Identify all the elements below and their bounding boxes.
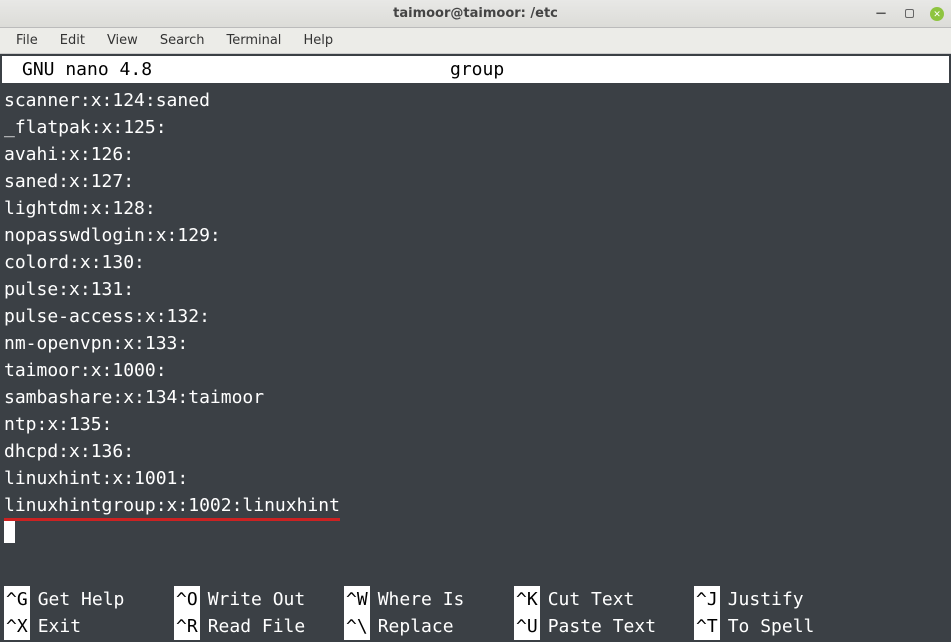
nano-shortcuts: ^GGet Help ^OWrite Out ^WWhere Is ^KCut … (0, 586, 951, 642)
file-line: linuxhint:x:1001: (4, 465, 947, 492)
file-line: colord:x:130: (4, 249, 947, 276)
shortcut-paste-text: ^UPaste Text (514, 613, 694, 640)
file-line: ntp:x:135: (4, 411, 947, 438)
file-line: pulse-access:x:132: (4, 303, 947, 330)
nano-filename: group (450, 56, 941, 83)
file-line: avahi:x:126: (4, 141, 947, 168)
file-line: scanner:x:124:saned (4, 87, 947, 114)
menu-search[interactable]: Search (150, 30, 215, 51)
shortcut-write-out: ^OWrite Out (174, 586, 344, 613)
menu-file[interactable]: File (6, 30, 48, 51)
menu-view[interactable]: View (97, 30, 148, 51)
window-controls: − ✕ (873, 6, 945, 22)
file-line-highlighted: linuxhintgroup:x:1002:linuxhint (4, 492, 947, 519)
file-line: pulse:x:131: (4, 276, 947, 303)
terminal-area[interactable]: GNU nano 4.8 group scanner:x:124:saned _… (0, 56, 951, 548)
window-titlebar: taimoor@taimoor: /etc − ✕ (0, 0, 951, 28)
window-title: taimoor@taimoor: /etc (393, 6, 558, 21)
minimize-button[interactable]: − (873, 6, 889, 22)
file-line: lightdm:x:128: (4, 195, 947, 222)
file-line: _flatpak:x:125: (4, 114, 947, 141)
menu-terminal[interactable]: Terminal (216, 30, 291, 51)
shortcut-read-file: ^RRead File (174, 613, 344, 640)
menu-edit[interactable]: Edit (50, 30, 95, 51)
cursor (4, 521, 15, 543)
editor-content[interactable]: scanner:x:124:saned _flatpak:x:125: avah… (0, 85, 951, 548)
cursor-line (4, 519, 947, 546)
shortcut-where-is: ^WWhere Is (344, 586, 514, 613)
file-line: saned:x:127: (4, 168, 947, 195)
shortcut-justify: ^JJustify (694, 586, 884, 613)
shortcut-to-spell: ^TTo Spell (694, 613, 884, 640)
menu-help[interactable]: Help (293, 30, 343, 51)
file-line: dhcpd:x:136: (4, 438, 947, 465)
shortcut-exit: ^XExit (4, 613, 174, 640)
nano-header: GNU nano 4.8 group (2, 56, 949, 83)
shortcut-get-help: ^GGet Help (4, 586, 174, 613)
shortcut-replace: ^\Replace (344, 613, 514, 640)
close-button[interactable]: ✕ (929, 6, 945, 22)
file-line: sambashare:x:134:taimoor (4, 384, 947, 411)
maximize-button[interactable] (901, 6, 917, 22)
shortcut-row: ^XExit ^RRead File ^\Replace ^UPaste Tex… (4, 613, 947, 640)
menu-bar: File Edit View Search Terminal Help (0, 28, 951, 54)
file-line: nm-openvpn:x:133: (4, 330, 947, 357)
file-line: nopasswdlogin:x:129: (4, 222, 947, 249)
nano-app-label: GNU nano 4.8 (10, 56, 450, 83)
shortcut-cut-text: ^KCut Text (514, 586, 694, 613)
shortcut-row: ^GGet Help ^OWrite Out ^WWhere Is ^KCut … (4, 586, 947, 613)
file-line: taimoor:x:1000: (4, 357, 947, 384)
